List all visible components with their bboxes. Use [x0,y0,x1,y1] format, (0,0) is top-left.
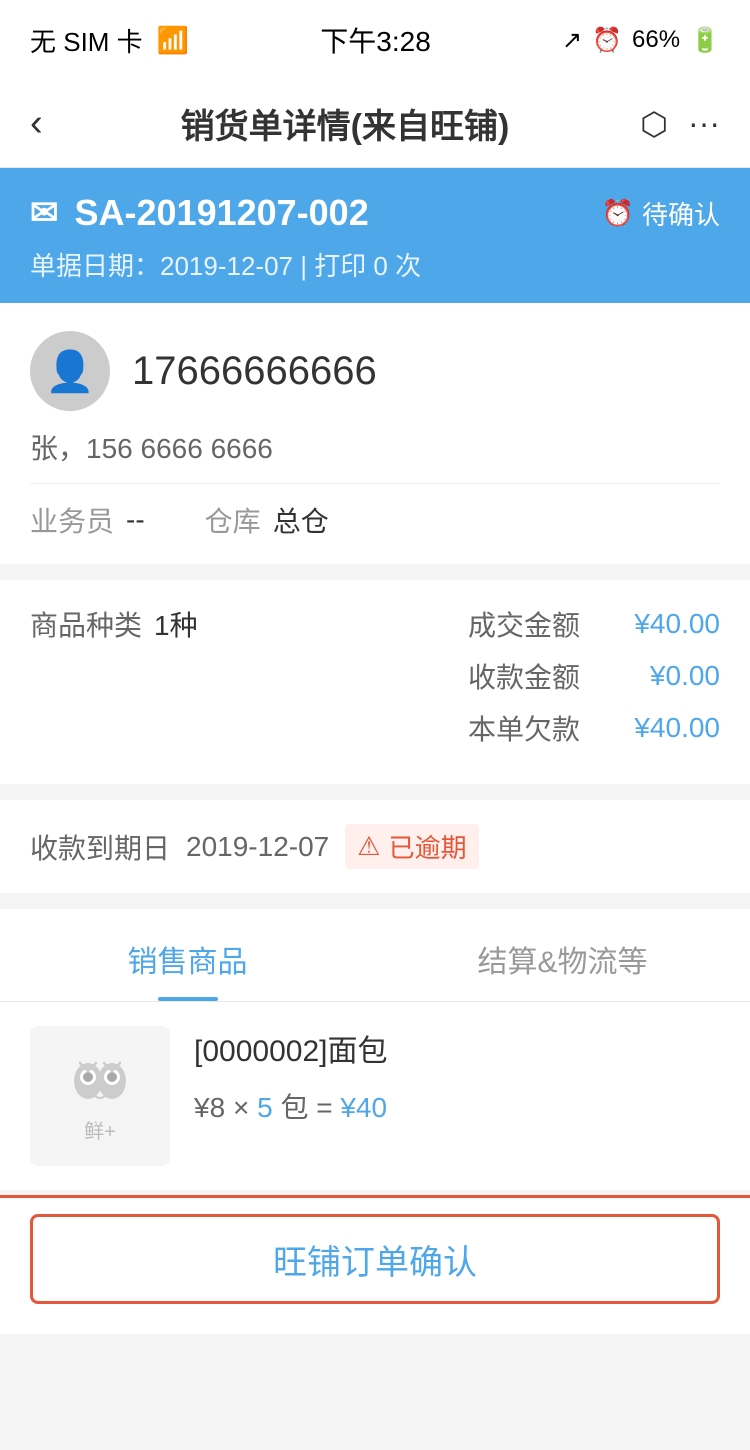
status-right: ↗ ⏰ 66% 🔋 [562,26,720,55]
status-text: 待确认 [642,195,720,232]
back-button[interactable]: ‹ [30,102,90,145]
status-left: 无 SIM 卡 📶 [30,22,189,59]
plus-text: 鲜+ [84,1115,116,1144]
tab-settlement-label: 结算&物流等 [477,946,647,979]
location-icon: ↗ [562,26,582,55]
customer-name: 张，156 6666 6666 [30,427,720,467]
multiply-symbol: × [233,1092,257,1123]
status-bar: 无 SIM 卡 📶 下午3:28 ↗ ⏰ 66% 🔋 [0,0,750,80]
salesperson-meta: 业务员 -- [30,500,145,540]
product-type-value: 1种 [154,604,198,644]
overdue-text: 已逾期 [389,828,467,865]
nav-bar: ‹ 销货单详情(来自旺铺) ⬡ ··· [0,80,750,168]
amount-row-0: 成交金额 ¥40.00 [468,604,720,644]
customer-section: 👤 17666666666 张，156 6666 6666 业务员 -- 仓库 … [0,303,750,564]
warehouse-value: 总仓 [273,500,329,540]
order-status: ⏰ 待确认 [602,195,720,232]
product-thumbnail: 鲜+ [30,1026,170,1166]
alarm-icon: ⏰ [592,26,622,55]
tab-settlement[interactable]: 结算&物流等 [375,909,750,1001]
summary-left: 商品种类 1种 [30,604,198,652]
product-unit: 包 [280,1092,308,1123]
owl-logo-icon [60,1049,140,1109]
equals-symbol: = [316,1092,340,1123]
product-name: [0000002]面包 [194,1026,720,1070]
customer-row: 👤 17666666666 [30,331,720,411]
order-icon: ✉ [30,193,59,233]
battery-text: 66% [632,26,680,54]
product-total: ¥40 [340,1092,387,1123]
customer-phone: 17666666666 [132,349,377,394]
confirm-order-button[interactable]: 旺铺订单确认 [30,1214,720,1304]
amount-label-0: 成交金额 [468,604,580,644]
divider [30,483,720,484]
product-price: ¥8 × 5 包 = ¥40 [194,1086,720,1126]
amount-label-2: 本单欠款 [468,708,580,748]
summary-section: 商品种类 1种 成交金额 ¥40.00 收款金额 ¥0.00 本单欠款 ¥40.… [0,580,750,784]
product-type-label: 商品种类 [30,604,142,644]
product-qty: 5 [257,1092,273,1123]
order-id-text: SA-20191207-002 [75,192,369,234]
summary-right: 成交金额 ¥40.00 收款金额 ¥0.00 本单欠款 ¥40.00 [468,604,720,760]
due-date-value: 2019-12-07 [186,831,329,863]
share-icon[interactable]: ⬡ [640,105,668,143]
amount-value-0: ¥40.00 [620,608,720,640]
order-header: ✉ SA-20191207-002 ⏰ 待确认 单据日期：2019-12-07 … [0,168,750,303]
tab-sales-products[interactable]: 销售商品 [0,909,375,1001]
tabs-section: 销售商品 结算&物流等 [0,909,750,1002]
amount-value-1: ¥0.00 [620,660,720,692]
order-id: ✉ SA-20191207-002 [30,192,369,234]
overdue-icon: ⚠ [357,831,380,862]
wifi-icon: 📶 [157,25,189,56]
order-id-row: ✉ SA-20191207-002 ⏰ 待确认 [30,192,720,234]
product-section: 鲜+ [0000002]面包 ¥8 × 5 包 = ¥40 [0,1002,750,1190]
customer-meta: 业务员 -- 仓库 总仓 [30,500,720,540]
status-clock-icon: ⏰ [602,198,634,229]
amount-row-1: 收款金额 ¥0.00 [468,656,720,696]
salesperson-value: -- [126,504,145,536]
amount-label-1: 收款金额 [468,656,580,696]
bottom-btn-area: 旺铺订单确认 [0,1195,750,1334]
warehouse-label: 仓库 [205,500,261,540]
due-date-label: 收款到期日 [30,827,170,867]
product-unit-price: ¥8 [194,1092,225,1123]
overdue-badge: ⚠ 已逾期 [345,824,478,869]
page-title: 销货单详情(来自旺铺) [90,99,600,148]
warehouse-meta: 仓库 总仓 [205,500,329,540]
due-date-section: 收款到期日 2019-12-07 ⚠ 已逾期 [0,800,750,893]
product-thumb-inner: 鲜+ [30,1026,170,1166]
amount-row-2: 本单欠款 ¥40.00 [468,708,720,748]
product-info: [0000002]面包 ¥8 × 5 包 = ¥40 [194,1026,720,1126]
salesperson-label: 业务员 [30,500,114,540]
amount-value-2: ¥40.00 [620,712,720,744]
carrier-text: 无 SIM 卡 [30,22,143,59]
battery-icon: 🔋 [690,26,720,55]
avatar-icon: 👤 [45,348,95,395]
more-icon[interactable]: ··· [688,105,720,142]
tab-sales-label: 销售商品 [128,946,248,979]
product-type-item: 商品种类 1种 [30,604,198,644]
status-time: 下午3:28 [320,20,431,60]
avatar: 👤 [30,331,110,411]
order-date: 单据日期：2019-12-07 | 打印 0 次 [30,246,720,283]
nav-actions: ⬡ ··· [600,105,720,143]
